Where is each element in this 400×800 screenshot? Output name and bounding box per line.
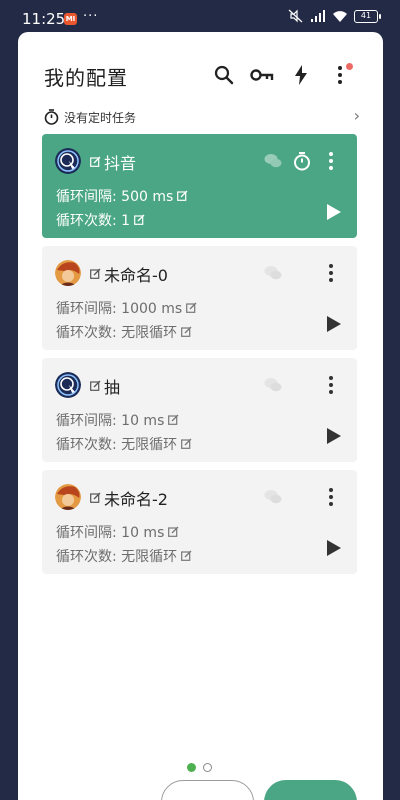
flash-button[interactable]: [286, 60, 316, 90]
edit-icon: [168, 414, 179, 425]
interval-label: 循环间隔: 10 ms: [56, 413, 165, 429]
chevron-right-icon: ›: [353, 106, 360, 125]
search-button[interactable]: [209, 60, 239, 90]
count-label: 循环次数: 无限循环: [56, 549, 178, 565]
primary-action-button[interactable]: [264, 780, 357, 800]
card-name: 抖音: [104, 154, 137, 173]
play-icon[interactable]: [326, 315, 342, 333]
douyin-app-icon: [55, 372, 81, 398]
config-card[interactable]: 抖音 循环间隔: 500 ms 循环次数: 1: [42, 134, 357, 238]
interval-label: 循环间隔: 1000 ms: [56, 301, 183, 317]
interval-row[interactable]: 循环间隔: 10 ms: [56, 410, 179, 430]
wifi-icon: [333, 11, 347, 22]
edit-icon: [134, 214, 145, 225]
mute-icon: [288, 9, 303, 23]
interval-label: 循环间隔: 10 ms: [56, 525, 165, 541]
douyin-app-icon: [55, 148, 81, 174]
page-indicator: [187, 763, 212, 772]
key-button[interactable]: [247, 60, 277, 90]
search-icon: [214, 65, 234, 85]
interval-row[interactable]: 循环间隔: 500 ms: [56, 186, 188, 206]
wechat-icon[interactable]: [264, 265, 282, 281]
edit-icon: [181, 550, 192, 561]
count-row[interactable]: 循环次数: 无限循环: [56, 322, 192, 342]
status-time: 11:25: [22, 10, 66, 28]
edit-name-icon[interactable]: [90, 268, 101, 279]
interval-label: 循环间隔: 500 ms: [56, 189, 174, 205]
wechat-icon[interactable]: [264, 489, 282, 505]
more-vert-icon[interactable]: [326, 374, 336, 396]
config-sheet: 我的配置 没有定时任务 › 抖音 循环间隔: 500 ms 循环次数: 1 未命…: [18, 32, 383, 800]
schedule-label: 没有定时任务: [64, 110, 137, 125]
edit-icon: [181, 326, 192, 337]
more-vert-icon[interactable]: [326, 262, 336, 284]
more-vert-icon: [338, 66, 342, 84]
game-character-avatar: [55, 484, 81, 510]
play-icon[interactable]: [326, 539, 342, 557]
edit-name-icon[interactable]: [90, 380, 101, 391]
more-vert-icon[interactable]: [326, 486, 336, 508]
key-icon: [250, 69, 274, 81]
wechat-icon[interactable]: [264, 377, 282, 393]
edit-name-icon[interactable]: [90, 492, 101, 503]
timer-icon[interactable]: [292, 151, 312, 171]
game-character-avatar: [55, 260, 81, 286]
config-card[interactable]: 抽 循环间隔: 10 ms 循环次数: 无限循环: [42, 358, 357, 462]
edit-icon: [168, 526, 179, 537]
edit-icon: [186, 302, 197, 313]
play-icon[interactable]: [326, 203, 342, 221]
interval-row[interactable]: 循环间隔: 10 ms: [56, 522, 179, 542]
interval-row[interactable]: 循环间隔: 1000 ms: [56, 298, 197, 318]
secondary-action-button[interactable]: [161, 780, 254, 800]
notification-dot: [346, 63, 353, 70]
edit-name-icon[interactable]: [90, 156, 101, 167]
status-more-dots: ···: [83, 9, 99, 24]
count-row[interactable]: 循环次数: 1: [56, 210, 145, 230]
notification-app-icon: MI: [64, 13, 77, 25]
page-dot: [203, 763, 212, 772]
schedule-row[interactable]: 没有定时任务 ›: [44, 107, 360, 127]
count-label: 循环次数: 无限循环: [56, 325, 178, 341]
card-name: 未命名-2: [104, 490, 168, 509]
card-name: 未命名-0: [104, 266, 168, 285]
edit-icon: [181, 438, 192, 449]
page-dot-active: [187, 763, 196, 772]
status-bar: 11:25 MI ··· 41: [0, 0, 400, 32]
count-label: 循环次数: 无限循环: [56, 437, 178, 453]
flash-icon: [295, 65, 307, 85]
count-label: 循环次数: 1: [56, 213, 131, 229]
config-card[interactable]: 未命名-0 循环间隔: 1000 ms 循环次数: 无限循环: [42, 246, 357, 350]
more-menu-button[interactable]: [325, 60, 355, 90]
more-vert-icon[interactable]: [326, 150, 336, 172]
status-icons: 41: [288, 9, 381, 23]
count-row[interactable]: 循环次数: 无限循环: [56, 434, 192, 454]
timer-icon: [44, 109, 59, 125]
config-card[interactable]: 未命名-2 循环间隔: 10 ms 循环次数: 无限循环: [42, 470, 357, 574]
card-name: 抽: [104, 378, 121, 397]
edit-icon: [177, 190, 188, 201]
wechat-icon[interactable]: [264, 153, 282, 169]
page-title: 我的配置: [44, 66, 128, 90]
count-row[interactable]: 循环次数: 无限循环: [56, 546, 192, 566]
play-icon[interactable]: [326, 427, 342, 445]
battery-icon: 41: [354, 9, 381, 23]
signal-icon: [311, 10, 325, 22]
